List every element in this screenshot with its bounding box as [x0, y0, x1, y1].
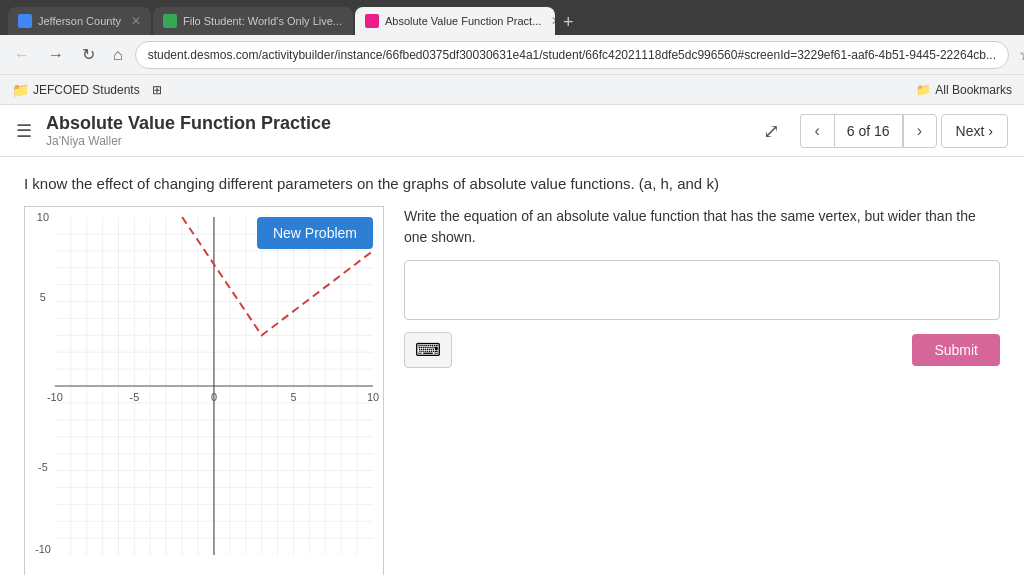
- svg-rect-0: [25, 207, 383, 575]
- answer-input[interactable]: [413, 282, 991, 298]
- tab-filo[interactable]: Filo Student: World's Only Live... ✕: [153, 7, 353, 35]
- tab-bar: Jefferson County ✕ Filo Student: World's…: [8, 0, 579, 35]
- svg-text:-5: -5: [130, 391, 140, 403]
- nav-controls: ‹ 6 of 16 › Next ›: [800, 114, 1008, 148]
- next-arrow-button[interactable]: ›: [903, 114, 937, 148]
- answer-input-box[interactable]: [404, 260, 1000, 320]
- bookmark-grid-label: ⊞: [152, 83, 162, 97]
- next-button[interactable]: Next ›: [941, 114, 1008, 148]
- svg-text:-10: -10: [47, 391, 63, 403]
- tab-label-1: Jefferson County: [38, 15, 121, 27]
- address-bar[interactable]: student.desmos.com/activitybuilder/insta…: [135, 41, 1009, 69]
- svg-text:5: 5: [40, 292, 46, 304]
- all-bookmarks-label: All Bookmarks: [935, 83, 1012, 97]
- keyboard-button[interactable]: ⌨: [404, 332, 452, 368]
- browser-chrome: Jefferson County ✕ Filo Student: World's…: [0, 0, 1024, 35]
- activity-area: New Problem: [24, 206, 1000, 575]
- prev-screen-button[interactable]: ‹: [800, 114, 834, 148]
- bookmark-jefcoed-label: JEFCOED Students: [33, 83, 140, 97]
- address-text: student.desmos.com/activitybuilder/insta…: [148, 48, 996, 62]
- svg-text:0: 0: [211, 391, 217, 403]
- all-bookmarks[interactable]: 📁 All Bookmarks: [916, 83, 1012, 97]
- submit-row: ⌨ Submit: [404, 332, 1000, 368]
- bookmark-grid[interactable]: ⊞: [152, 83, 162, 97]
- tab-favicon-1: [18, 14, 32, 28]
- bookmarks-folder-icon: 📁: [916, 83, 931, 97]
- hamburger-menu[interactable]: ☰: [16, 120, 32, 142]
- forward-button[interactable]: →: [42, 42, 70, 68]
- keyboard-icon: ⌨: [415, 339, 441, 361]
- main-content: I know the effect of changing different …: [0, 157, 1024, 575]
- tab-close-3[interactable]: ✕: [551, 14, 555, 28]
- next-button-label: Next: [956, 123, 985, 139]
- question-text: I know the effect of changing different …: [24, 173, 1000, 194]
- tab-desmos[interactable]: Absolute Value Function Pract... ✕: [355, 7, 555, 35]
- graph-container: New Problem: [24, 206, 384, 575]
- svg-text:10: 10: [367, 391, 379, 403]
- submit-button[interactable]: Submit: [912, 334, 1000, 366]
- app-title: Absolute Value Function Practice: [46, 113, 743, 134]
- app-subtitle: Ja'Niya Waller: [46, 134, 743, 148]
- right-panel: Write the equation of an absolute value …: [404, 206, 1000, 575]
- bookmark-star-button[interactable]: ☆: [1015, 43, 1024, 66]
- tab-favicon-2: [163, 14, 177, 28]
- tab-favicon-3: [365, 14, 379, 28]
- bookmark-jefcoed[interactable]: 📁 JEFCOED Students: [12, 82, 140, 98]
- home-button[interactable]: ⌂: [107, 42, 129, 68]
- tab-close-1[interactable]: ✕: [131, 14, 141, 28]
- back-button[interactable]: ←: [8, 42, 36, 68]
- app-header: ☰ Absolute Value Function Practice Ja'Ni…: [0, 105, 1024, 157]
- tab-jefferson-county[interactable]: Jefferson County ✕: [8, 7, 151, 35]
- next-chevron-icon: ›: [988, 123, 993, 139]
- tab-label-3: Absolute Value Function Pract...: [385, 15, 541, 27]
- tab-close-2[interactable]: ✕: [352, 14, 353, 28]
- instruction-text: Write the equation of an absolute value …: [404, 206, 1000, 248]
- refresh-button[interactable]: ↻: [76, 41, 101, 68]
- svg-text:-5: -5: [38, 461, 48, 473]
- tab-label-2: Filo Student: World's Only Live...: [183, 15, 342, 27]
- new-problem-button[interactable]: New Problem: [257, 217, 373, 249]
- expand-icon[interactable]: ⤢: [763, 119, 780, 143]
- new-tab-button[interactable]: +: [557, 10, 580, 35]
- bookmark-folder-icon: 📁: [12, 82, 29, 98]
- svg-text:5: 5: [290, 391, 296, 403]
- svg-text:10: 10: [37, 211, 49, 223]
- graph-svg: -10 -5 0 5 10 10 5 -5 -10: [25, 207, 383, 575]
- bookmarks-bar: 📁 JEFCOED Students ⊞ 📁 All Bookmarks: [0, 75, 1024, 105]
- app-title-block: Absolute Value Function Practice Ja'Niya…: [46, 113, 743, 148]
- page-indicator: 6 of 16: [834, 114, 903, 148]
- svg-text:-10: -10: [35, 543, 51, 555]
- toolbar: ← → ↻ ⌂ student.desmos.com/activitybuild…: [0, 35, 1024, 75]
